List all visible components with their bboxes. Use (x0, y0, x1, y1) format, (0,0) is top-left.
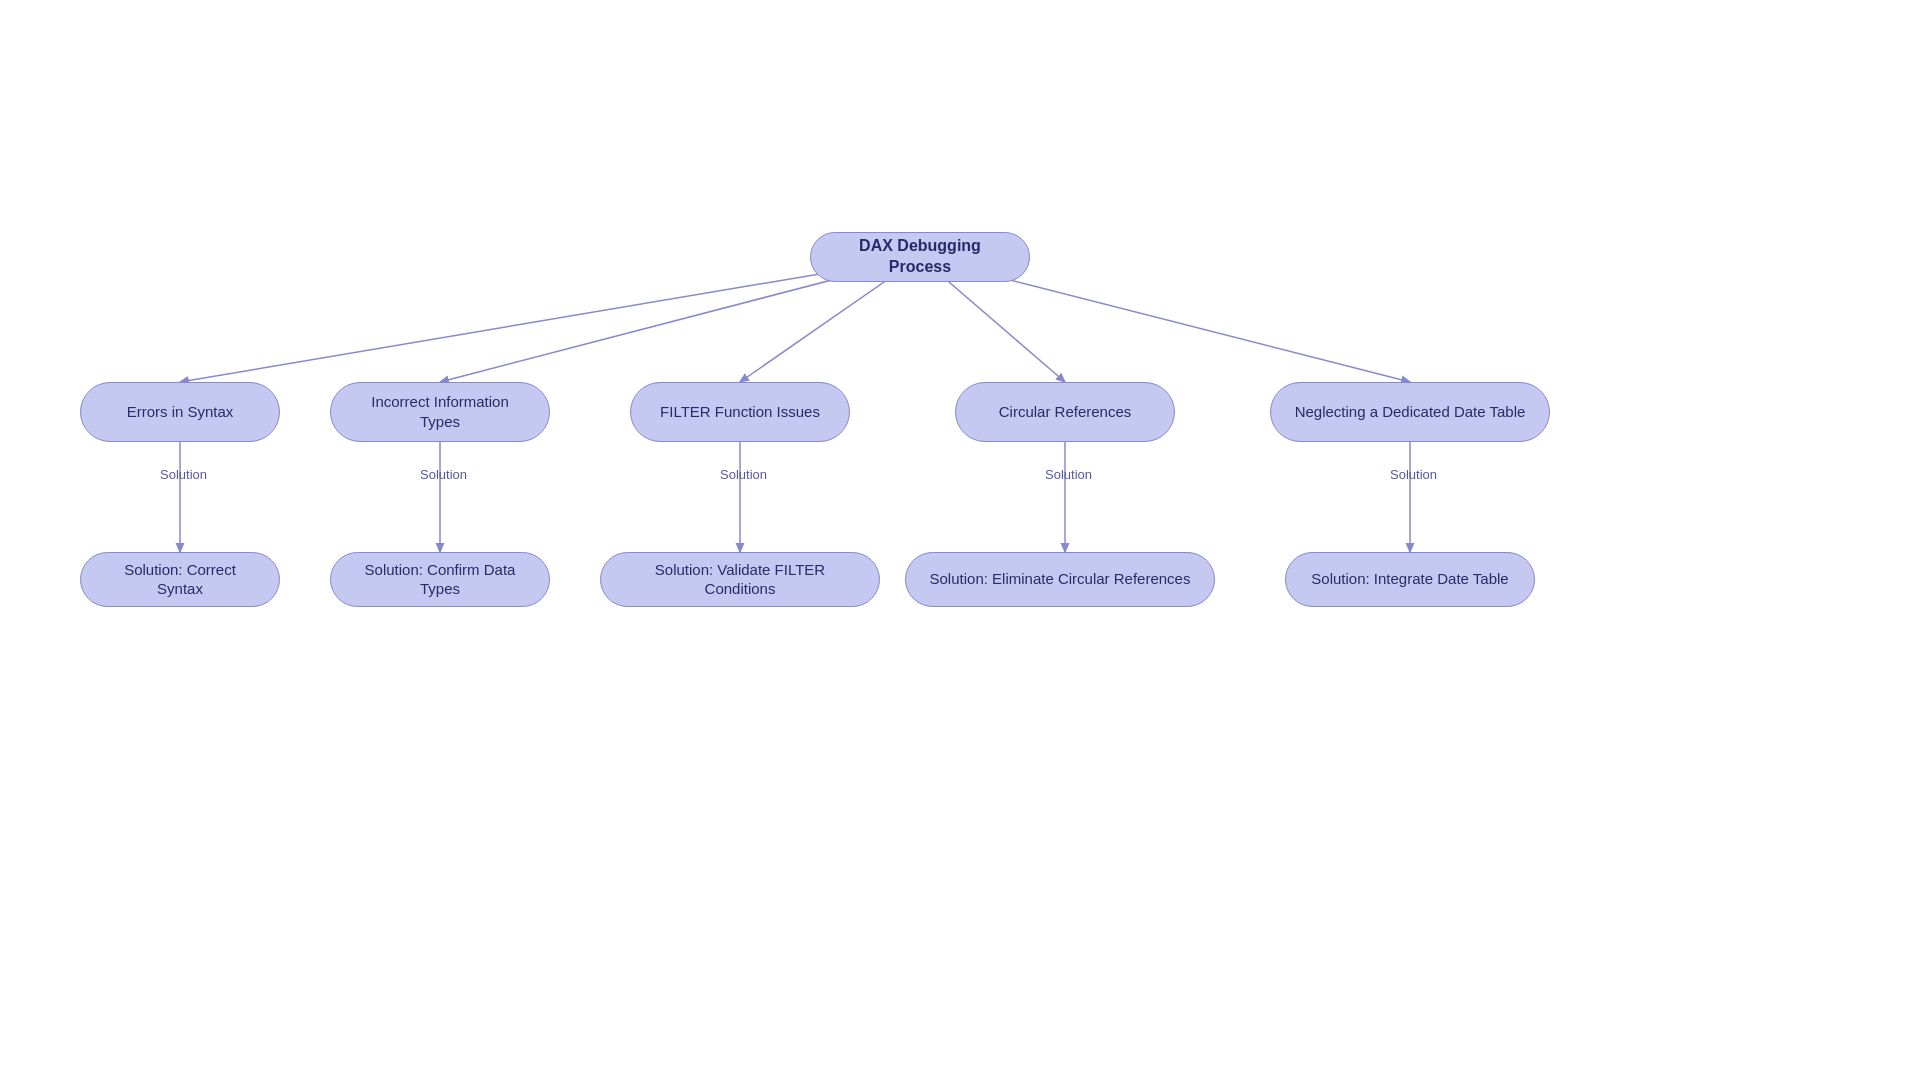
solution-node-integrate-date-table: Solution: Integrate Date Table (1285, 552, 1535, 607)
category-node-filter-function: FILTER Function Issues (630, 382, 850, 442)
solution-node-confirm-data-types: Solution: Confirm Data Types (330, 552, 550, 607)
svg-line-0 (180, 257, 920, 382)
connectors-svg (60, 192, 1860, 892)
solution-label-3: Solution (720, 467, 767, 482)
root-node: DAX Debugging Process (810, 232, 1030, 282)
solution-node-validate-filter: Solution: Validate FILTER Conditions (600, 552, 880, 607)
solution-label-5: Solution (1390, 467, 1437, 482)
category-node-errors-in-syntax: Errors in Syntax (80, 382, 280, 442)
solution-node-eliminate-circular: Solution: Eliminate Circular References (905, 552, 1215, 607)
category-node-neglecting-date-table: Neglecting a Dedicated Date Table (1270, 382, 1550, 442)
solution-label-4: Solution (1045, 467, 1092, 482)
diagram-container: DAX Debugging Process Errors in Syntax S… (60, 192, 1860, 892)
category-node-circular-references: Circular References (955, 382, 1175, 442)
solution-node-correct-syntax: Solution: Correct Syntax (80, 552, 280, 607)
solution-label-2: Solution (420, 467, 467, 482)
category-node-incorrect-info-types: Incorrect Information Types (330, 382, 550, 442)
solution-label-1: Solution (160, 467, 207, 482)
